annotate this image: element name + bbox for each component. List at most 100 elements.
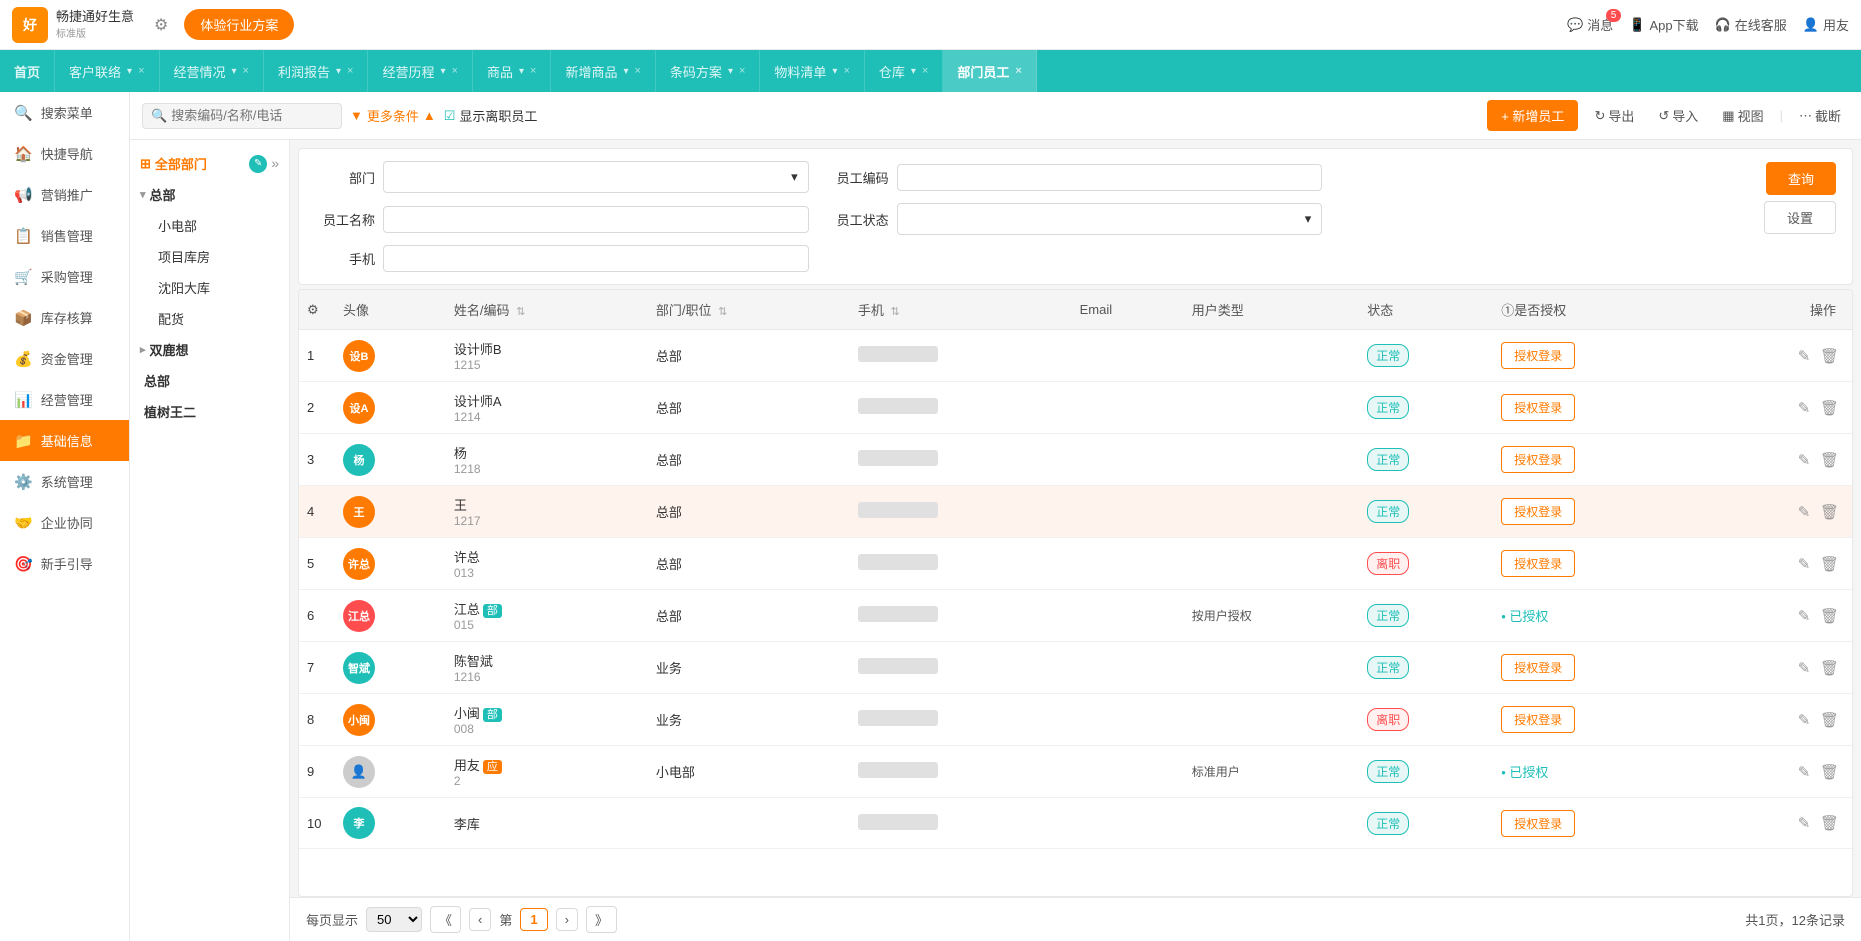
tab-close-icon[interactable]: × [843, 65, 849, 77]
phone-input[interactable] [383, 245, 809, 272]
tab-close-icon[interactable]: × [530, 65, 536, 77]
nav-tab-条码方案[interactable]: 条码方案 ▾ × [656, 50, 760, 92]
edit-button[interactable]: ✎ [1798, 452, 1811, 469]
search-input[interactable] [171, 108, 321, 123]
last-page-btn[interactable]: 》 [586, 906, 617, 933]
delete-button[interactable]: 🗑 [1820, 452, 1839, 469]
sidebar-item-采购管理[interactable]: 🛒采购管理 [0, 256, 129, 297]
sidebar-item-基础信息[interactable]: 📁基础信息 [0, 420, 129, 461]
dept-group-植树王二[interactable]: 植树王二 [130, 396, 289, 427]
dept-select[interactable]: ▾ [383, 161, 809, 193]
dept-group-双鹿想[interactable]: ▸ 双鹿想 [130, 334, 289, 365]
nav-tab-仓库[interactable]: 仓库 ▾ × [865, 50, 943, 92]
sidebar-item-搜索菜单[interactable]: 🔍搜索菜单 [0, 92, 129, 133]
auth-login-button[interactable]: 授权登录 [1501, 810, 1575, 837]
dept-item-配货[interactable]: 配货 [130, 303, 289, 334]
online-service-action[interactable]: 🎧 在线客服 [1715, 15, 1787, 34]
delete-button[interactable]: 🗑 [1820, 764, 1839, 781]
edit-button[interactable]: ✎ [1798, 348, 1811, 365]
add-employee-button[interactable]: + 新增员工 [1487, 100, 1578, 131]
sidebar-item-营销推广[interactable]: 📢营销推广 [0, 174, 129, 215]
sidebar-item-库存核算[interactable]: 📦库存核算 [0, 297, 129, 338]
app-download-action[interactable]: 📱 App下载 [1629, 15, 1698, 34]
delete-button[interactable]: 🗑 [1820, 712, 1839, 729]
col-name-code[interactable]: 姓名/编码 ⇅ [446, 290, 648, 330]
dept-item-沈阳大库[interactable]: 沈阳大库 [130, 272, 289, 303]
edit-button[interactable]: ✎ [1798, 400, 1811, 417]
import-button[interactable]: ↺ 导入 [1650, 102, 1706, 129]
tab-close-icon[interactable]: × [739, 65, 745, 77]
nav-tab-部门员工[interactable]: 部门员工 × [943, 50, 1036, 92]
nav-tab-首页[interactable]: 首页 [0, 50, 55, 92]
more-button[interactable]: ⋯ 截断 [1791, 102, 1849, 129]
dept-group-总部[interactable]: ▾ 总部 [130, 179, 289, 210]
delete-button[interactable]: 🗑 [1820, 504, 1839, 521]
tab-close-icon[interactable]: × [452, 65, 458, 77]
tab-close-icon[interactable]: × [347, 65, 353, 77]
first-page-btn[interactable]: 《 [430, 906, 461, 933]
nav-tab-商品[interactable]: 商品 ▾ × [473, 50, 551, 92]
nav-tab-利润报告[interactable]: 利润报告 ▾ × [264, 50, 368, 92]
edit-button[interactable]: ✎ [1798, 815, 1811, 832]
auth-login-button[interactable]: 授权登录 [1501, 394, 1575, 421]
view-button[interactable]: ▦ 视图 [1714, 102, 1771, 129]
delete-button[interactable]: 🗑 [1820, 348, 1839, 365]
delete-button[interactable]: 🗑 [1820, 608, 1839, 625]
nav-tab-物料清单[interactable]: 物料清单 ▾ × [760, 50, 864, 92]
dept-item-小电部[interactable]: 小电部 [130, 210, 289, 241]
sidebar-item-经营管理[interactable]: 📊经营管理 [0, 379, 129, 420]
sidebar-item-新手引导[interactable]: 🎯新手引导 [0, 543, 129, 584]
dept-item-项目库房[interactable]: 项目库房 [130, 241, 289, 272]
auth-login-button[interactable]: 授权登录 [1501, 654, 1575, 681]
auth-login-button[interactable]: 授权登录 [1501, 498, 1575, 525]
tab-close-icon[interactable]: × [243, 65, 249, 77]
emp-name-input[interactable] [383, 206, 809, 233]
nav-tab-经营历程[interactable]: 经营历程 ▾ × [368, 50, 472, 92]
edit-button[interactable]: ✎ [1798, 660, 1811, 677]
tab-close-icon[interactable]: × [634, 65, 640, 77]
dept-collapse-button[interactable]: » [271, 155, 279, 173]
sidebar-item-企业协同[interactable]: 🤝企业协同 [0, 502, 129, 543]
prev-page-btn[interactable]: ‹ [469, 908, 491, 931]
delete-button[interactable]: 🗑 [1820, 660, 1839, 677]
edit-button[interactable]: ✎ [1798, 504, 1811, 521]
show-resigned-toggle[interactable]: ☑ 显示离职员工 [444, 106, 538, 125]
nav-tab-经营情况[interactable]: 经营情况 ▾ × [160, 50, 264, 92]
trial-button[interactable]: 体验行业方案 [184, 9, 294, 40]
emp-code-input[interactable] [897, 164, 1323, 191]
more-filter-button[interactable]: ▼ 更多条件 ▲ [350, 106, 436, 125]
auth-login-button[interactable]: 授权登录 [1501, 706, 1575, 733]
edit-button[interactable]: ✎ [1798, 764, 1811, 781]
auth-login-button[interactable]: 授权登录 [1501, 342, 1575, 369]
auth-login-button[interactable]: 授权登录 [1501, 550, 1575, 577]
col-phone[interactable]: 手机 ⇅ [850, 290, 1072, 330]
nav-tab-新增商品[interactable]: 新增商品 ▾ × [551, 50, 655, 92]
reset-button[interactable]: 设置 [1764, 201, 1836, 234]
message-action[interactable]: 💬 消息 5 [1567, 15, 1613, 34]
tab-close-icon[interactable]: × [1015, 65, 1021, 77]
dept-edit-button[interactable]: ✎ [249, 155, 267, 173]
nav-tab-客户联络[interactable]: 客户联络 ▾ × [55, 50, 159, 92]
col-settings[interactable]: ⚙ [299, 290, 335, 330]
delete-button[interactable]: 🗑 [1820, 556, 1839, 573]
dept-group-总部[interactable]: 总部 [130, 365, 289, 396]
settings-icon[interactable]: ⚙ [154, 15, 168, 35]
user-action[interactable]: 👤 用友 [1803, 15, 1849, 34]
edit-button[interactable]: ✎ [1798, 608, 1811, 625]
col-dept-position[interactable]: 部门/职位 ⇅ [648, 290, 850, 330]
export-button[interactable]: ↻ 导出 [1586, 102, 1642, 129]
sidebar-item-快捷导航[interactable]: 🏠快捷导航 [0, 133, 129, 174]
delete-button[interactable]: 🗑 [1820, 815, 1839, 832]
delete-button[interactable]: 🗑 [1820, 400, 1839, 417]
query-button[interactable]: 查询 [1766, 162, 1836, 195]
sidebar-item-销售管理[interactable]: 📋销售管理 [0, 215, 129, 256]
edit-button[interactable]: ✎ [1798, 556, 1811, 573]
sidebar-item-资金管理[interactable]: 💰资金管理 [0, 338, 129, 379]
tab-close-icon[interactable]: × [922, 65, 928, 77]
tab-close-icon[interactable]: × [138, 65, 144, 77]
next-page-btn[interactable]: › [556, 908, 578, 931]
sidebar-item-系统管理[interactable]: ⚙️系统管理 [0, 461, 129, 502]
status-select[interactable]: ▾ [897, 203, 1323, 235]
per-page-select[interactable]: 50 100 [366, 907, 422, 932]
auth-login-button[interactable]: 授权登录 [1501, 446, 1575, 473]
